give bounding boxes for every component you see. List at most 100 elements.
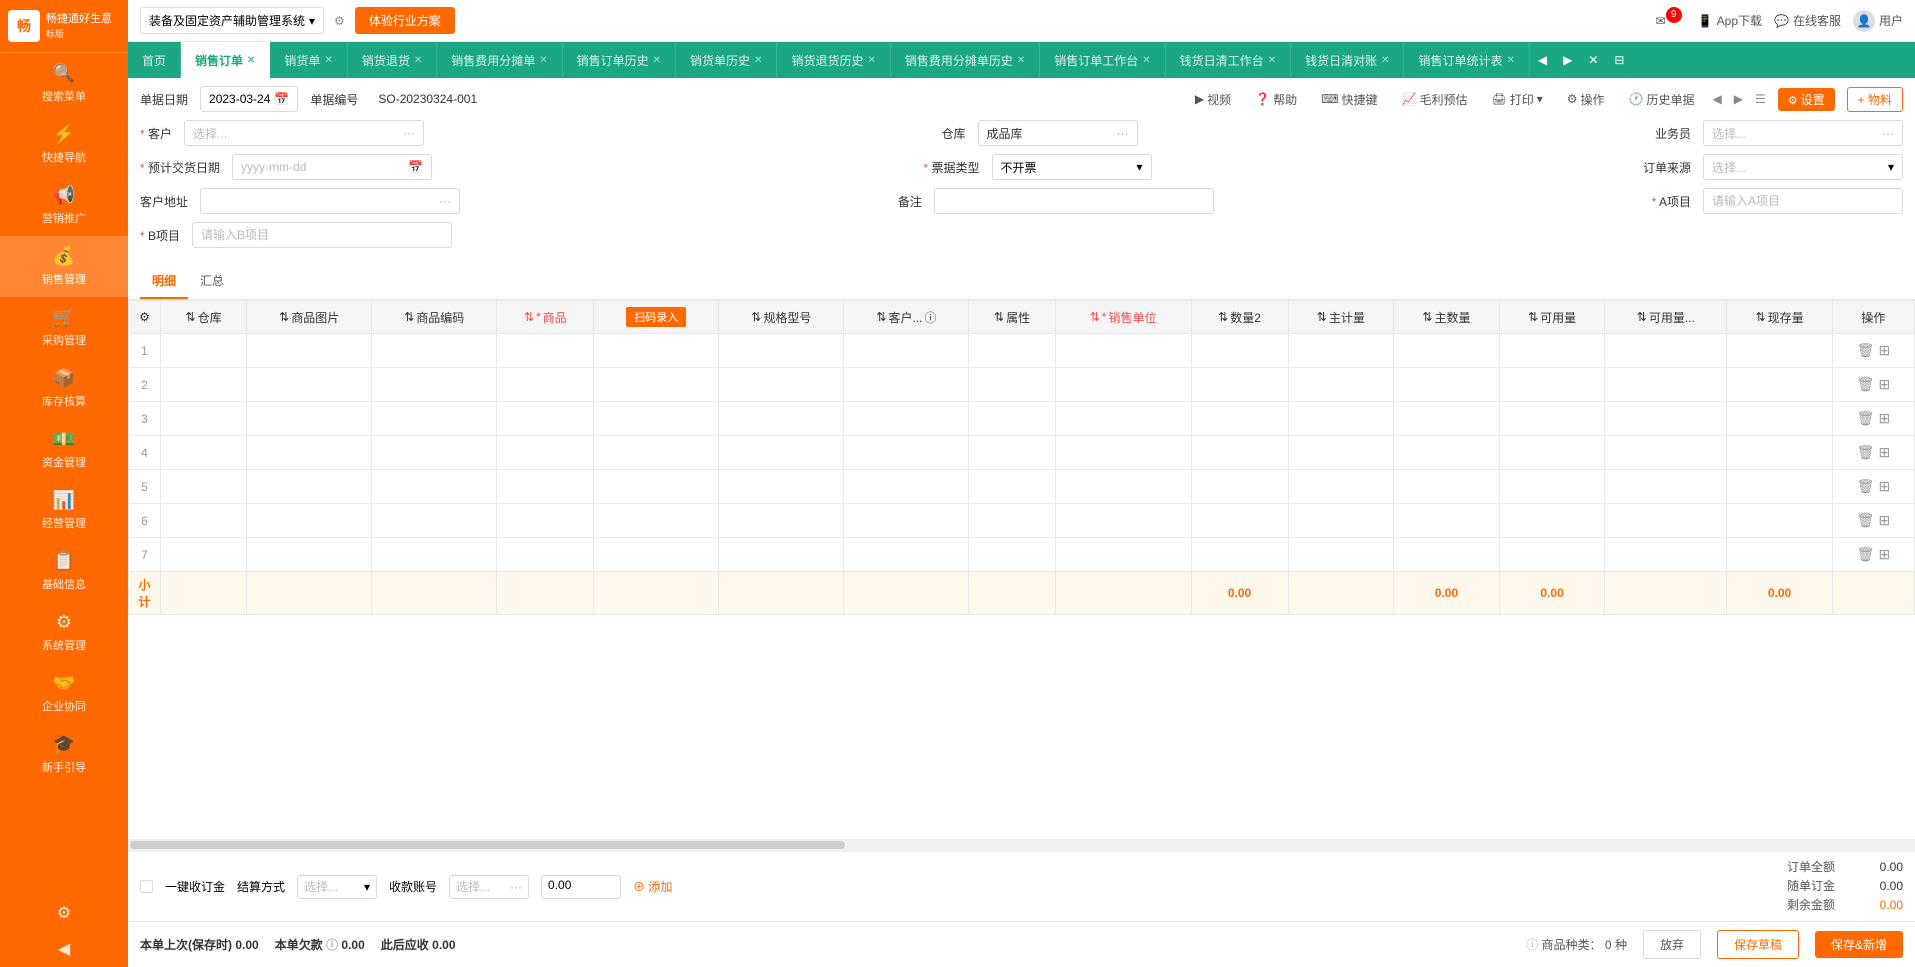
scan-btn[interactable]: 扫码录入 — [626, 307, 686, 327]
sidebar-item-system[interactable]: ⚙ 系统管理 — [0, 602, 128, 663]
sidebar-item-purchase[interactable]: 🛒 采购管理 — [0, 297, 128, 358]
app-download-btn[interactable]: 📱 App下载 — [1698, 12, 1762, 29]
tab-cash-reconcile[interactable]: 钱货日清对账 ✕ — [1291, 42, 1404, 78]
tab-cash-workbench-close[interactable]: ✕ — [1268, 55, 1276, 66]
save-new-btn[interactable]: 保存&新增 — [1815, 931, 1903, 958]
discard-btn[interactable]: 放弃 — [1643, 930, 1701, 959]
sidebar-item-operation[interactable]: 📊 经营管理 — [0, 480, 128, 541]
tab-cash-reconcile-close[interactable]: ✕ — [1381, 55, 1389, 66]
history-btn[interactable]: 🕐 历史单据 — [1623, 89, 1701, 110]
settings-btn[interactable]: ⚙ 设置 — [1778, 88, 1835, 111]
sidebar-item-base[interactable]: 📋 基础信息 — [0, 541, 128, 602]
topbar-settings-icon[interactable]: ⚙ — [334, 14, 345, 28]
address-input[interactable]: ··· — [200, 188, 460, 214]
tab-sales-expense-close[interactable]: ✕ — [539, 55, 547, 66]
solution-btn[interactable]: 体验行业方案 — [355, 7, 455, 34]
profit-btn[interactable]: 📈 毛利预估 — [1395, 89, 1473, 110]
tab-sales-return-history-close[interactable]: ✕ — [867, 55, 875, 66]
prev-page-icon[interactable]: ◀ — [1712, 92, 1721, 106]
tab-home[interactable]: 首页 — [128, 42, 181, 78]
warehouse-input[interactable]: 成品库 ··· — [978, 120, 1138, 146]
tab-sales-slip-history-close[interactable]: ✕ — [754, 55, 762, 66]
operation-btn[interactable]: ⚙ 操作 — [1561, 89, 1611, 110]
copy-row-btn[interactable]: ⊞ — [1878, 410, 1890, 427]
tab-cash-workbench[interactable]: 钱货日清工作台 ✕ — [1166, 42, 1291, 78]
view-video-btn[interactable]: ▶ 视频 — [1189, 89, 1237, 110]
tab-expand-btn[interactable]: ⊟ — [1606, 42, 1632, 78]
save-draft-btn[interactable]: 保存草稿 — [1717, 930, 1799, 959]
tab-sales-workbench-close[interactable]: ✕ — [1142, 55, 1150, 66]
system-title-dropdown[interactable]: 装备及固定资产辅助管理系统 ▾ — [140, 7, 324, 34]
help-btn[interactable]: ❓ 帮助 — [1249, 89, 1303, 110]
online-service-btn[interactable]: 💬 在线客服 — [1774, 12, 1841, 29]
customer-input[interactable]: 选择... ··· — [184, 120, 424, 146]
next-page-icon[interactable]: ▶ — [1734, 92, 1743, 106]
deposit-checkbox[interactable] — [140, 880, 153, 893]
tab-sales-order[interactable]: 销售订单 ✕ — [181, 42, 270, 78]
sidebar-item-enterprise[interactable]: 🤝 企业协同 — [0, 663, 128, 724]
tab-next-btn[interactable]: ▶ — [1555, 42, 1580, 78]
staff-dots[interactable]: ··· — [1882, 126, 1894, 140]
a-project-input[interactable]: 请输入A项目 — [1703, 188, 1903, 214]
tab-sales-expense-history-close[interactable]: ✕ — [1017, 55, 1025, 66]
sidebar-item-marketing[interactable]: 📢 营销推广 — [0, 175, 128, 236]
tab-sales-workbench[interactable]: 销售订单工作台 ✕ — [1040, 42, 1165, 78]
tab-sales-expense-history[interactable]: 销售费用分摊单历史 ✕ — [891, 42, 1040, 78]
sidebar-settings-btn[interactable]: ⚙ — [0, 895, 128, 931]
sidebar-item-quick[interactable]: ⚡ 快捷导航 — [0, 114, 128, 175]
tab-sales-slip-close[interactable]: ✕ — [324, 55, 332, 66]
b-project-input[interactable]: 请输入B项目 — [192, 222, 452, 248]
deposit-amount-input[interactable]: 0.00 — [541, 875, 621, 899]
copy-row-btn[interactable]: ⊞ — [1878, 478, 1890, 495]
customer-dots[interactable]: ··· — [403, 126, 415, 140]
delete-row-btn[interactable]: 🗑 — [1857, 376, 1875, 393]
copy-row-btn[interactable]: ⊞ — [1878, 546, 1890, 563]
sidebar-item-search[interactable]: 🔍 搜索菜单 — [0, 53, 128, 114]
add-payment-btn[interactable]: ⊕ 添加 — [633, 878, 672, 895]
add-material-btn[interactable]: + 物料 — [1847, 87, 1903, 112]
note-input[interactable] — [934, 188, 1214, 214]
copy-row-btn[interactable]: ⊞ — [1878, 444, 1890, 461]
staff-input[interactable]: 选择... ··· — [1703, 120, 1903, 146]
tab-prev-btn[interactable]: ◀ — [1530, 42, 1555, 78]
tab-sales-slip[interactable]: 销货单 ✕ — [270, 42, 347, 78]
sidebar-item-sales[interactable]: 💰 销售管理 — [0, 236, 128, 297]
tab-sales-return[interactable]: 销货退货 ✕ — [348, 42, 437, 78]
copy-row-btn[interactable]: ⊞ — [1878, 376, 1890, 393]
address-dots[interactable]: ··· — [439, 194, 451, 208]
tab-sales-slip-history[interactable]: 销货单历史 ✕ — [676, 42, 777, 78]
table-scrollbar[interactable] — [128, 839, 1915, 851]
tab-summary[interactable]: 汇总 — [188, 264, 236, 299]
tab-sales-return-history[interactable]: 销货退货历史 ✕ — [777, 42, 890, 78]
tab-sales-stats[interactable]: 销售订单统计表 ✕ — [1404, 42, 1529, 78]
sidebar-item-guide[interactable]: 🎓 新手引导 — [0, 724, 128, 785]
warehouse-dots[interactable]: ··· — [1117, 126, 1129, 140]
delete-row-btn[interactable]: 🗑 — [1857, 410, 1875, 427]
date-input[interactable]: 2023-03-24 📅 — [200, 86, 298, 112]
th-gear[interactable]: ⚙ — [129, 301, 161, 334]
order-source-select[interactable]: 选择... ▾ — [1703, 154, 1903, 180]
tab-sales-return-close[interactable]: ✕ — [414, 55, 422, 66]
shortcut-btn[interactable]: ⌨ 快捷键 — [1315, 89, 1383, 110]
delete-row-btn[interactable]: 🗑 — [1857, 512, 1875, 529]
sidebar-item-inventory[interactable]: 📦 库存核算 — [0, 358, 128, 419]
account-select[interactable]: 选择... ··· — [449, 875, 529, 899]
tab-sales-order-close[interactable]: ✕ — [247, 55, 255, 66]
delete-row-btn[interactable]: 🗑 — [1857, 546, 1875, 563]
sidebar-collapse-btn[interactable]: ◀ — [0, 931, 128, 967]
tab-sales-order-history-close[interactable]: ✕ — [653, 55, 661, 66]
copy-row-btn[interactable]: ⊞ — [1878, 512, 1890, 529]
message-btn[interactable]: ✉ 9 — [1656, 13, 1686, 29]
delete-row-btn[interactable]: 🗑 — [1857, 444, 1875, 461]
list-view-icon[interactable]: ☰ — [1755, 92, 1766, 106]
tab-close-all-btn[interactable]: ✕ — [1580, 42, 1606, 78]
delete-row-btn[interactable]: 🗑 — [1857, 478, 1875, 495]
user-btn[interactable]: 👤 用户 — [1853, 10, 1903, 32]
delete-row-btn[interactable]: 🗑 — [1857, 342, 1875, 359]
tab-detail[interactable]: 明细 — [140, 264, 188, 299]
payment-method-select[interactable]: 选择... ▾ — [297, 875, 377, 899]
invoice-type-select[interactable]: 不开票 ▾ — [992, 154, 1152, 180]
sidebar-item-finance[interactable]: 💵 资金管理 — [0, 419, 128, 480]
copy-row-btn[interactable]: ⊞ — [1878, 342, 1890, 359]
delivery-date-input[interactable]: yyyy-mm-dd 📅 — [232, 154, 432, 180]
